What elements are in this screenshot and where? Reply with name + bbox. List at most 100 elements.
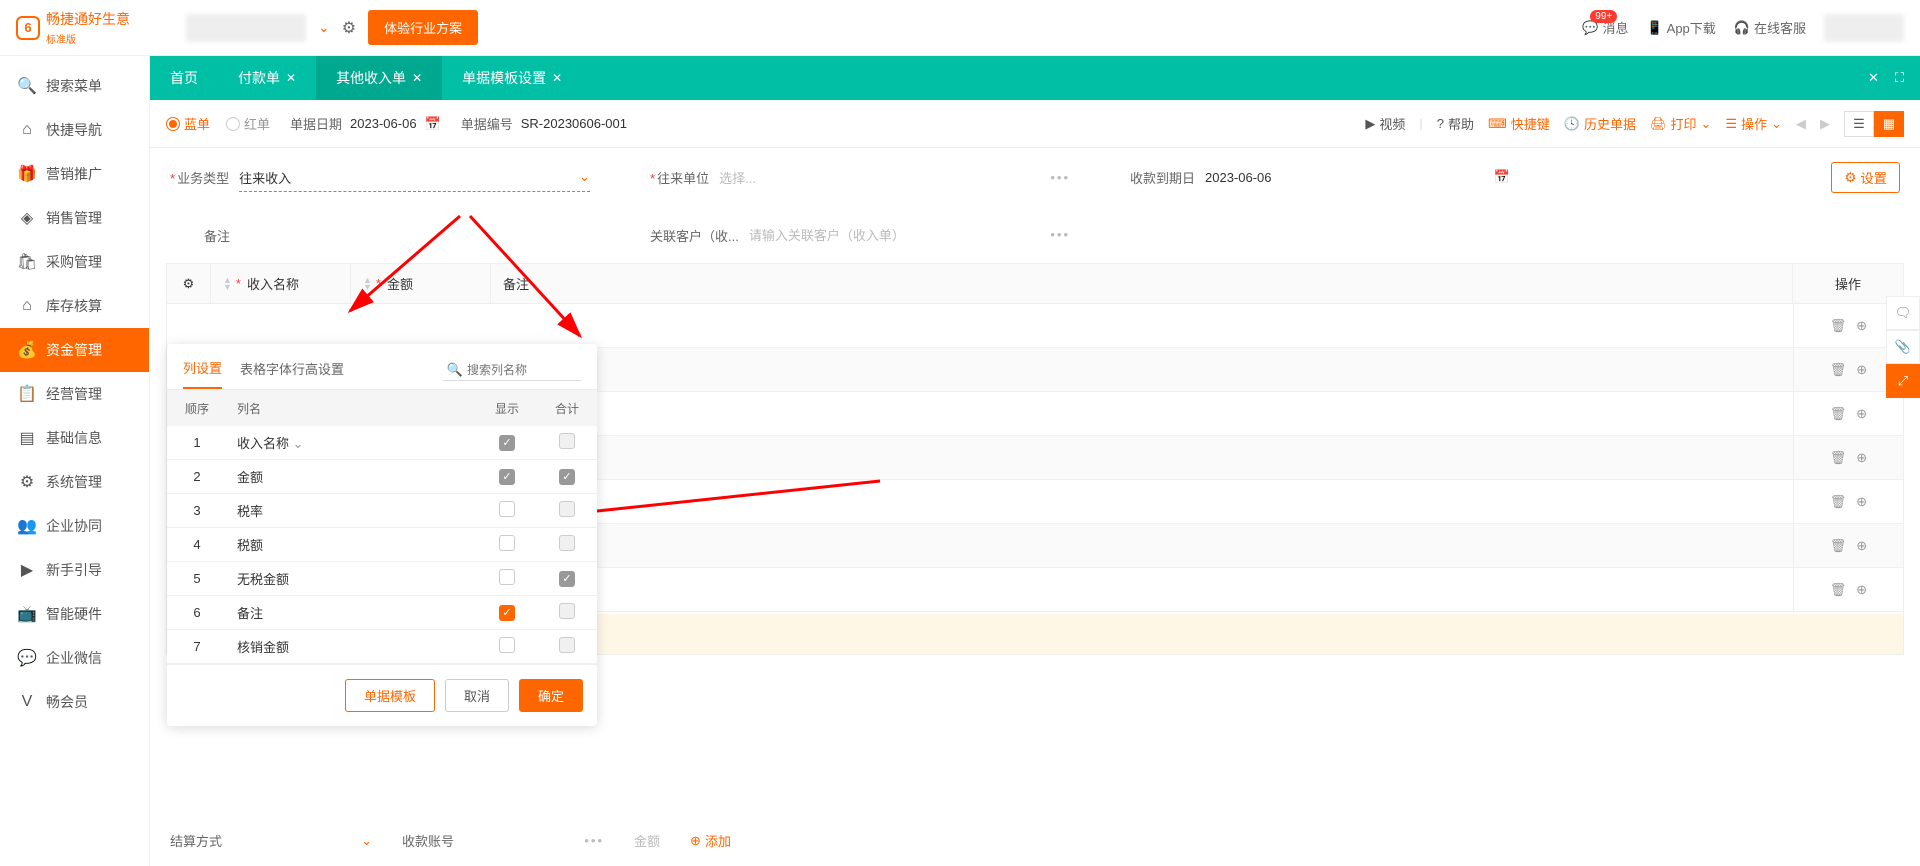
- add-button[interactable]: ⊕ 添加: [690, 831, 731, 850]
- float-attach-icon[interactable]: 📎: [1886, 330, 1920, 364]
- sidebar-item-3[interactable]: ◈销售管理: [0, 196, 149, 240]
- col-remark[interactable]: 备注: [491, 264, 1793, 303]
- popup-row-4[interactable]: 5无税金额✓: [167, 562, 597, 596]
- delete-icon[interactable]: 🗑: [1830, 318, 1847, 334]
- copy-icon[interactable]: ⊕: [1856, 494, 1867, 510]
- app-download-link[interactable]: 📱 App下载: [1646, 18, 1715, 37]
- grid-settings-icon[interactable]: ⚙: [167, 264, 211, 303]
- popup-row-5[interactable]: 6备注✓: [167, 596, 597, 630]
- settle-method-select[interactable]: ⌄: [232, 833, 372, 849]
- sidebar-item-9[interactable]: ⚙系统管理: [0, 460, 149, 504]
- close-icon[interactable]: ✕: [552, 71, 562, 85]
- sidebar-item-1[interactable]: ⌂快捷导航: [0, 108, 149, 152]
- sidebar-item-0[interactable]: 🔍搜索菜单: [0, 64, 149, 108]
- cancel-button[interactable]: 取消: [445, 679, 509, 712]
- shortcut-action[interactable]: ⌨快捷键: [1488, 114, 1550, 133]
- col-amount[interactable]: ▲▼ *金额: [351, 264, 491, 303]
- customer-input[interactable]: 请输入关联客户（收入单） •••: [749, 221, 1070, 249]
- sidebar-item-12[interactable]: 📺智能硬件: [0, 592, 149, 636]
- user-avatar[interactable]: [1824, 14, 1904, 42]
- prev-icon[interactable]: ◀: [1796, 116, 1806, 132]
- chevron-down-icon[interactable]: ⌄: [318, 19, 330, 36]
- help-action[interactable]: ?帮助: [1437, 114, 1474, 133]
- sidebar-item-2[interactable]: 🎁营销推广: [0, 152, 149, 196]
- copy-icon[interactable]: ⊕: [1856, 450, 1867, 466]
- calendar-icon[interactable]: 📅: [425, 116, 441, 132]
- sidebar-item-5[interactable]: ⌂库存核算: [0, 284, 149, 328]
- sidebar-item-4[interactable]: 🛍采购管理: [0, 240, 149, 284]
- tab-font-settings[interactable]: 表格字体行高设置: [240, 359, 344, 388]
- tab-close-all-icon[interactable]: ✕: [1864, 66, 1883, 90]
- table-row[interactable]: 🗑⊕: [167, 304, 1903, 348]
- delete-icon[interactable]: 🗑: [1830, 450, 1847, 466]
- ok-button[interactable]: 确定: [519, 679, 583, 712]
- biz-type-select[interactable]: 往来收入 ⌄: [239, 164, 590, 192]
- template-button[interactable]: 单据模板: [345, 679, 435, 712]
- tab-2[interactable]: 其他收入单✕: [316, 56, 442, 100]
- settings-button[interactable]: ⚙ 设置: [1831, 162, 1900, 193]
- chevron-down-icon[interactable]: ⌄: [293, 436, 304, 451]
- more-icon[interactable]: •••: [1050, 227, 1070, 242]
- messages-link[interactable]: 💬 消息 99+: [1582, 18, 1628, 37]
- popup-row-1[interactable]: 2金额✓✓: [167, 460, 597, 494]
- copy-icon[interactable]: ⊕: [1856, 538, 1867, 554]
- checkbox-icon[interactable]: [499, 501, 515, 517]
- sidebar-item-13[interactable]: 💬企业微信: [0, 636, 149, 680]
- close-icon[interactable]: ✕: [286, 71, 296, 85]
- unit-select[interactable]: 选择... •••: [719, 164, 1070, 192]
- tab-3[interactable]: 单据模板设置✕: [442, 56, 582, 100]
- tab-1[interactable]: 付款单✕: [218, 56, 316, 100]
- copy-icon[interactable]: ⊕: [1856, 582, 1867, 598]
- doc-date-value[interactable]: 2023-06-06: [350, 116, 417, 131]
- popup-row-0[interactable]: 1收入名称 ⌄✓: [167, 426, 597, 460]
- sidebar-item-10[interactable]: 👥企业协同: [0, 504, 149, 548]
- float-expand-icon[interactable]: ⤢: [1886, 364, 1920, 398]
- delete-icon[interactable]: 🗑: [1830, 538, 1847, 554]
- radio-blue[interactable]: 蓝单: [166, 114, 210, 133]
- popup-search[interactable]: 🔍: [443, 360, 581, 381]
- history-action[interactable]: 🕓历史单据: [1564, 114, 1636, 133]
- calendar-icon[interactable]: 📅: [1494, 169, 1510, 185]
- copy-icon[interactable]: ⊕: [1856, 318, 1867, 334]
- print-action[interactable]: 🖨打印⌄: [1650, 114, 1711, 133]
- due-date-input[interactable]: 2023-06-06 📅: [1205, 165, 1510, 190]
- search-input[interactable]: [467, 363, 577, 377]
- close-icon[interactable]: ✕: [412, 71, 422, 85]
- org-selector[interactable]: [186, 14, 306, 42]
- view-list-icon[interactable]: ☰: [1844, 111, 1874, 137]
- sidebar-item-8[interactable]: ▤基础信息: [0, 416, 149, 460]
- view-grid-icon[interactable]: ▦: [1874, 111, 1904, 137]
- trial-button[interactable]: 体验行业方案: [368, 10, 478, 45]
- delete-icon[interactable]: 🗑: [1830, 494, 1847, 510]
- delete-icon[interactable]: 🗑: [1830, 362, 1847, 378]
- online-service-link[interactable]: 🎧 在线客服: [1734, 18, 1806, 37]
- copy-icon[interactable]: ⊕: [1856, 362, 1867, 378]
- col-income[interactable]: ▲▼ *收入名称: [211, 264, 351, 303]
- gear-icon[interactable]: ⚙: [342, 18, 356, 38]
- tab-column-settings[interactable]: 列设置: [183, 358, 222, 389]
- account-select[interactable]: •••: [464, 833, 604, 848]
- popup-row-6[interactable]: 7核销金额: [167, 630, 597, 664]
- checkbox-icon[interactable]: [499, 637, 515, 653]
- checkbox-checked-icon[interactable]: ✓: [499, 605, 515, 621]
- video-action[interactable]: ▶视频: [1365, 114, 1405, 133]
- checkbox-icon[interactable]: [499, 535, 515, 551]
- tab-expand-icon[interactable]: ⛶: [1891, 66, 1908, 90]
- sidebar-item-7[interactable]: 📋经营管理: [0, 372, 149, 416]
- more-icon[interactable]: •••: [1050, 170, 1070, 185]
- delete-icon[interactable]: 🗑: [1830, 406, 1847, 422]
- copy-icon[interactable]: ⊕: [1856, 406, 1867, 422]
- sidebar-item-14[interactable]: V畅会员: [0, 680, 149, 724]
- checkbox-icon[interactable]: [499, 569, 515, 585]
- next-icon[interactable]: ▶: [1820, 116, 1830, 132]
- remark-input[interactable]: [240, 231, 590, 240]
- popup-row-3[interactable]: 4税额: [167, 528, 597, 562]
- delete-icon[interactable]: 🗑: [1830, 582, 1847, 598]
- operate-action[interactable]: ☰操作⌄: [1725, 114, 1782, 133]
- sidebar-item-6[interactable]: 💰资金管理: [0, 328, 149, 372]
- tab-0[interactable]: 首页: [150, 56, 218, 100]
- float-note-icon[interactable]: 🗨: [1886, 296, 1920, 330]
- radio-red[interactable]: 红单: [226, 114, 270, 133]
- sidebar-item-11[interactable]: ▶新手引导: [0, 548, 149, 592]
- popup-row-2[interactable]: 3税率: [167, 494, 597, 528]
